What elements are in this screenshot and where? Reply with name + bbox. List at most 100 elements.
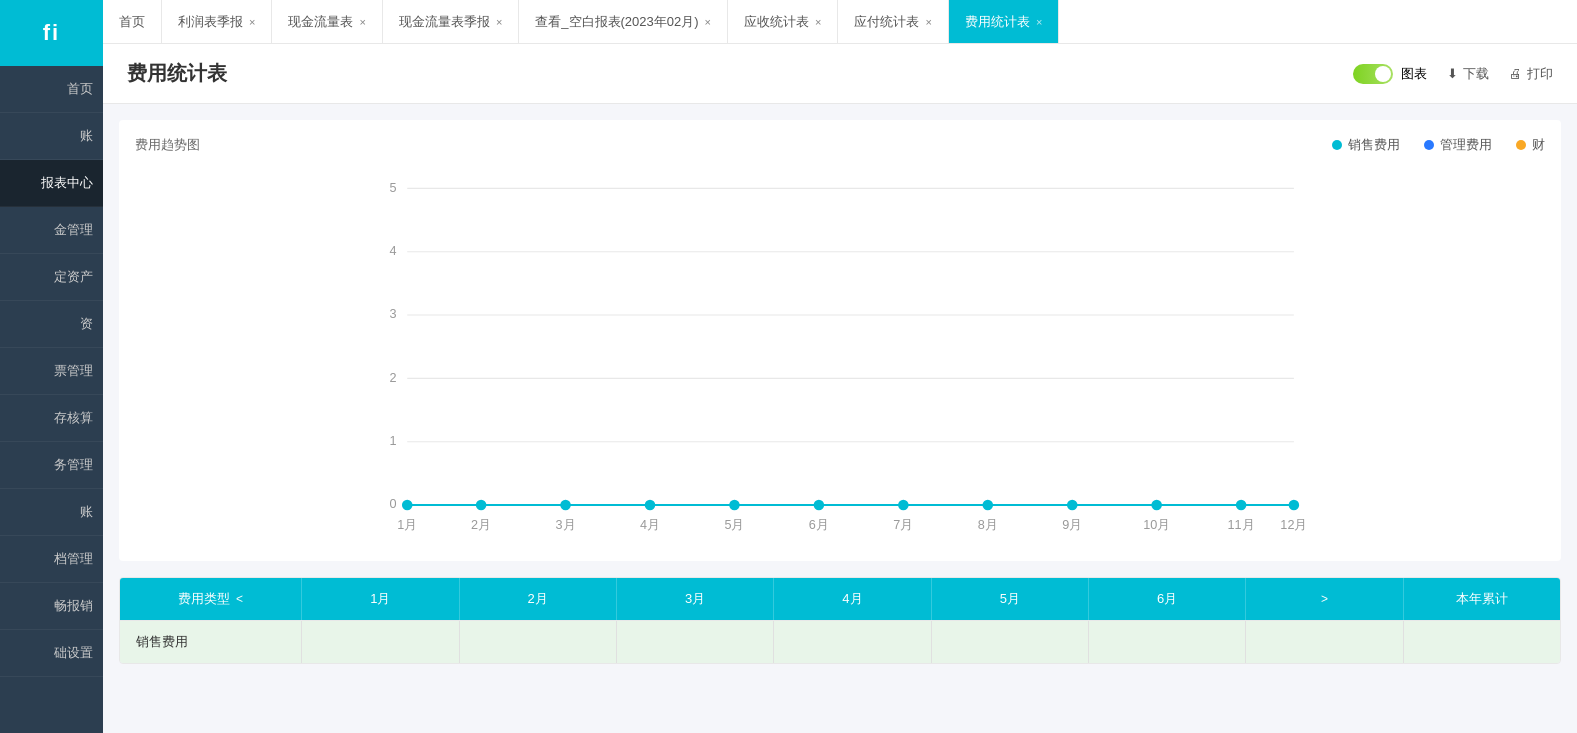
sidebar-item-home[interactable]: 首页 [0,66,103,113]
svg-text:9月: 9月 [1062,518,1082,532]
td-feb-sales [460,621,617,663]
chart-legend: 销售费用 管理费用 财 [1332,136,1545,154]
legend-finance: 财 [1516,136,1545,154]
td-ytd-sales [1404,621,1560,663]
expense-table: 费用类型 < 1月 2月 3月 4月 5月 6月 > 本年累计 销售费用 [119,577,1561,664]
app-logo: fi [0,0,103,66]
tab-close-payable[interactable]: × [925,16,931,28]
tab-cashflow[interactable]: 现金流量表 × [272,0,382,43]
tab-receivable[interactable]: 应收统计表 × [728,0,838,43]
toggle-label: 图表 [1401,65,1427,83]
sidebar-item-assets[interactable]: 定资产 [0,254,103,301]
svg-text:3月: 3月 [556,518,576,532]
legend-dot-sales [1332,140,1342,150]
tab-cashflow-quarterly[interactable]: 现金流量表季报 × [383,0,519,43]
svg-point-17 [814,500,825,511]
svg-point-14 [560,500,571,511]
svg-point-13 [476,500,487,511]
chart-section: 费用趋势图 销售费用 管理费用 财 [119,120,1561,561]
legend-dot-admin [1424,140,1434,150]
svg-text:2: 2 [390,371,397,385]
sidebar-item-capital[interactable]: 资 [0,301,103,348]
tab-blank-report[interactable]: 查看_空白报表(2023年02月) × [519,0,728,43]
header-actions: 图表 ⬇ 下载 🖨 打印 [1353,64,1553,84]
svg-text:8月: 8月 [978,518,998,532]
sidebar-item-expense[interactable]: 畅报销 [0,583,103,630]
svg-point-15 [645,500,656,511]
th-ytd: 本年累计 [1404,578,1560,620]
td-jan-sales [302,621,459,663]
chart-toggle-container: 图表 [1353,64,1427,84]
sidebar-item-account[interactable]: 账 [0,489,103,536]
download-icon: ⬇ [1447,66,1458,81]
tab-close-profit-quarterly[interactable]: × [249,16,255,28]
svg-text:10月: 10月 [1143,518,1170,532]
main-area: 首页 利润表季报 × 现金流量表 × 现金流量表季报 × 查看_空白报表(202… [103,0,1577,733]
sidebar: fi 首页 账 报表中心 金管理 定资产 资 票管理 存核算 务管理 账 档管理… [0,0,103,733]
svg-text:12月: 12月 [1280,518,1307,532]
svg-point-23 [1289,500,1300,511]
sidebar-item-reports[interactable]: 报表中心 [0,160,103,207]
table-row-sales: 销售费用 [120,620,1560,663]
next-arrow-cell[interactable]: > [1246,578,1403,620]
tab-close-receivable[interactable]: × [815,16,821,28]
sidebar-item-tickets[interactable]: 票管理 [0,348,103,395]
next-arrow[interactable]: > [1321,592,1328,606]
th-apr: 4月 [774,578,931,620]
td-type-sales: 销售费用 [120,621,302,663]
th-mar: 3月 [617,578,774,620]
svg-text:3: 3 [390,307,397,321]
th-expense-type: 费用类型 < [120,578,302,620]
print-button[interactable]: 🖨 打印 [1509,65,1553,83]
sidebar-item-inventory[interactable]: 存核算 [0,395,103,442]
sidebar-item-affairs[interactable]: 务管理 [0,442,103,489]
svg-point-22 [1236,500,1247,511]
sidebar-item-ledger[interactable]: 账 [0,113,103,160]
legend-sales: 销售费用 [1332,136,1400,154]
td-arrow-sales [1246,621,1403,663]
svg-text:7月: 7月 [893,518,913,532]
th-jun: 6月 [1089,578,1246,620]
svg-text:1月: 1月 [397,518,417,532]
tab-close-expense-stats[interactable]: × [1036,16,1042,28]
tab-home[interactable]: 首页 [103,0,162,43]
th-jan: 1月 [302,578,459,620]
sidebar-item-archive[interactable]: 档管理 [0,536,103,583]
sidebar-item-cash[interactable]: 金管理 [0,207,103,254]
print-icon: 🖨 [1509,66,1522,81]
chart-title: 费用趋势图 [135,136,200,154]
svg-point-20 [1067,500,1078,511]
th-may: 5月 [932,578,1089,620]
tab-close-blank-report[interactable]: × [705,16,711,28]
td-mar-sales [617,621,774,663]
svg-text:0: 0 [390,497,397,511]
page-header: 费用统计表 图表 ⬇ 下载 🖨 打印 [103,44,1577,104]
svg-point-19 [983,500,994,511]
tab-close-cashflow-quarterly[interactable]: × [496,16,502,28]
td-apr-sales [774,621,931,663]
page-title: 费用统计表 [127,60,227,87]
tab-close-cashflow[interactable]: × [359,16,365,28]
legend-admin: 管理费用 [1424,136,1492,154]
line-chart: 5 4 3 2 1 0 [135,162,1545,542]
tab-profit-quarterly[interactable]: 利润表季报 × [162,0,272,43]
tab-payable[interactable]: 应付统计表 × [838,0,948,43]
legend-dot-finance [1516,140,1526,150]
sidebar-item-settings[interactable]: 础设置 [0,630,103,677]
svg-text:4月: 4月 [640,518,660,532]
content-area: 费用统计表 图表 ⬇ 下载 🖨 打印 费用趋势图 [103,44,1577,733]
svg-text:4: 4 [390,244,397,258]
table-header-row: 费用类型 < 1月 2月 3月 4月 5月 6月 > 本年累计 [120,578,1560,620]
td-may-sales [932,621,1089,663]
svg-text:2月: 2月 [471,518,491,532]
svg-text:11月: 11月 [1228,518,1255,532]
svg-text:1: 1 [390,434,397,448]
td-jun-sales [1089,621,1246,663]
svg-text:5月: 5月 [724,518,744,532]
chart-toggle[interactable] [1353,64,1393,84]
download-button[interactable]: ⬇ 下载 [1447,65,1489,83]
svg-text:6月: 6月 [809,518,829,532]
svg-point-16 [729,500,740,511]
prev-arrow[interactable]: < [236,592,243,606]
tab-expense-stats[interactable]: 费用统计表 × [949,0,1059,43]
